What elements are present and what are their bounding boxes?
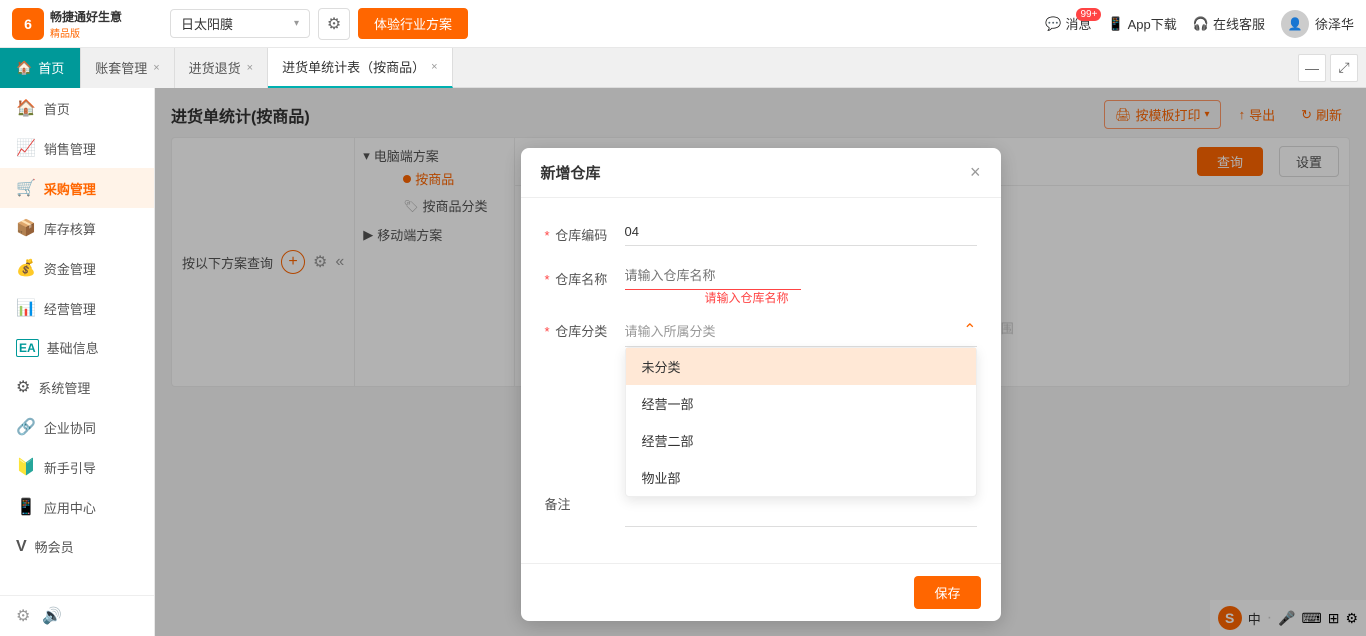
tab-accounts[interactable]: 账套管理 × [81, 48, 174, 88]
app-download-button[interactable]: 📱 App下载 [1107, 14, 1176, 33]
sidebar-item-finance[interactable]: 💰 资金管理 [0, 248, 154, 288]
modal-close-button[interactable]: × [970, 162, 981, 183]
warehouse-name-input[interactable] [625, 262, 801, 290]
dropdown-arrow-icon: ▾ [294, 18, 299, 29]
add-warehouse-modal: 新增仓库 × * 仓库编码 * [521, 148, 1001, 621]
sidebar-item-system[interactable]: ⚙ 系统管理 [0, 367, 154, 407]
chevron-up-icon: ⌃ [963, 320, 976, 340]
tab-close-purchase-return[interactable]: × [247, 62, 253, 74]
logo-text: 畅捷通好生意 精品版 [50, 8, 122, 40]
finance-icon: 💰 [16, 258, 36, 278]
sidebar-item-app-center[interactable]: 📱 应用中心 [0, 487, 154, 527]
sidebar-item-basic-info[interactable]: EA 基础信息 [0, 328, 154, 367]
tab-close-purchase-stats[interactable]: × [431, 61, 437, 73]
category-placeholder: 请输入所属分类 [625, 321, 716, 340]
header-right: 💬 消息 99+ 📱 App下载 🎧 在线客服 👤 徐泽华 [1045, 10, 1354, 38]
operations-icon: 📊 [16, 298, 36, 318]
guide-icon: 🔰 [16, 457, 36, 477]
required-star-name: * [545, 272, 550, 287]
tab-minimize-button[interactable]: — [1298, 54, 1326, 82]
trial-button[interactable]: 体验行业方案 [358, 8, 468, 39]
sidebar-volume-icon[interactable]: 🔊 [42, 606, 62, 626]
inventory-icon: 📦 [16, 218, 36, 238]
dropdown-item-ops3[interactable]: 物业部 [626, 459, 976, 496]
modal-overlay[interactable]: 新增仓库 × * 仓库编码 * [155, 88, 1366, 636]
top-header: 6 畅捷通好生意 精品版 日太阳膜 ▾ ⚙ 体验行业方案 💬 消息 99+ 📱 … [0, 0, 1366, 48]
form-row-category: * 仓库分类 请输入所属分类 ⌃ 未分类 经营一部 [545, 314, 977, 347]
main-layout: 🏠 首页 📈 销售管理 🛒 采购管理 📦 库存核算 💰 资金管理 📊 经营管理 … [0, 88, 1366, 636]
form-row-code: * 仓库编码 [545, 218, 977, 246]
sidebar-item-operations[interactable]: 📊 经营管理 [0, 288, 154, 328]
tab-purchase-stats[interactable]: 进货单统计表（按商品） × [268, 48, 452, 88]
form-row-name: * 仓库名称 请输入仓库名称 [545, 262, 977, 290]
required-star-category: * [545, 324, 550, 339]
logo-icon: 6 [12, 8, 44, 40]
sidebar-item-enterprise[interactable]: 🔗 企业协同 [0, 407, 154, 447]
sales-icon: 📈 [16, 138, 36, 158]
tab-bar: 🏠 首页 账套管理 × 进货退货 × 进货单统计表（按商品） × — ⤢ [0, 48, 1366, 88]
dropdown-item-ops2[interactable]: 经营二部 [626, 422, 976, 459]
sidebar-settings-icon[interactable]: ⚙ [16, 606, 30, 626]
modal-footer: 保存 [521, 563, 1001, 621]
settings-gear-button[interactable]: ⚙ [318, 8, 350, 40]
basic-info-icon: EA [16, 339, 39, 357]
sidebar-item-inventory[interactable]: 📦 库存核算 [0, 208, 154, 248]
tab-close-accounts[interactable]: × [153, 62, 159, 74]
content-area: 进货单统计(按商品) 🖨 按模板打印 ▾ ↑ 导出 ↻ 刷新 [155, 88, 1366, 636]
modal-title: 新增仓库 [541, 162, 601, 183]
sidebar-item-sales[interactable]: 📈 销售管理 [0, 128, 154, 168]
tab-right-controls: — ⤢ [1298, 54, 1366, 82]
required-star-code: * [545, 228, 550, 243]
dropdown-item-ops1[interactable]: 经营一部 [626, 385, 976, 422]
tab-maximize-button[interactable]: ⤢ [1330, 54, 1358, 82]
sidebar-item-membership[interactable]: V 畅会员 [0, 527, 154, 566]
purchase-icon: 🛒 [16, 178, 36, 198]
note-label: 备注 [545, 487, 625, 513]
sidebar-item-home[interactable]: 🏠 首页 [0, 88, 154, 128]
modal-body: * 仓库编码 * 仓库名称 请输入仓库名称 [521, 198, 1001, 563]
gear-icon: ⚙ [327, 14, 341, 34]
tab-purchase-return[interactable]: 进货退货 × [175, 48, 268, 88]
user-area[interactable]: 👤 徐泽华 [1281, 10, 1354, 38]
dropdown-item-uncategorized[interactable]: 未分类 [626, 348, 976, 385]
warehouse-code-input[interactable] [625, 218, 977, 246]
membership-icon: V [16, 538, 27, 556]
tab-home[interactable]: 🏠 首页 [0, 48, 81, 88]
name-input-wrapper: 请输入仓库名称 [625, 262, 977, 290]
save-button[interactable]: 保存 [914, 576, 980, 609]
online-service-button[interactable]: 🎧 在线客服 [1193, 14, 1265, 33]
sidebar-item-guide[interactable]: 🔰 新手引导 [0, 447, 154, 487]
app-center-icon: 📱 [16, 497, 36, 517]
avatar: 👤 [1281, 10, 1309, 38]
category-input-wrapper: 请输入所属分类 ⌃ 未分类 经营一部 经营二部 物业部 [625, 314, 977, 347]
home-icon: 🏠 [16, 60, 32, 76]
sidebar: 🏠 首页 📈 销售管理 🛒 采购管理 📦 库存核算 💰 资金管理 📊 经营管理 … [0, 88, 155, 636]
message-icon: 💬 [1045, 16, 1061, 32]
headset-icon: 🎧 [1193, 16, 1209, 32]
code-label: * 仓库编码 [545, 218, 625, 244]
category-label: * 仓库分类 [545, 314, 625, 340]
enterprise-icon: 🔗 [16, 417, 36, 437]
category-dropdown-menu: 未分类 经营一部 经营二部 物业部 [625, 347, 977, 497]
store-selector[interactable]: 日太阳膜 ▾ [170, 9, 310, 38]
name-error-message: 请输入仓库名称 [705, 289, 789, 306]
name-label: * 仓库名称 [545, 262, 625, 288]
system-icon: ⚙ [16, 377, 30, 397]
message-badge: 99+ [1076, 8, 1101, 21]
sidebar-bottom: ⚙ 🔊 [0, 595, 154, 636]
modal-header: 新增仓库 × [521, 148, 1001, 198]
phone-icon: 📱 [1107, 16, 1123, 32]
home-sidebar-icon: 🏠 [16, 98, 36, 118]
category-dropdown[interactable]: 请输入所属分类 ⌃ [625, 314, 977, 347]
logo-area: 6 畅捷通好生意 精品版 [12, 8, 162, 40]
message-button[interactable]: 💬 消息 99+ [1045, 14, 1091, 33]
sidebar-item-purchase[interactable]: 🛒 采购管理 [0, 168, 154, 208]
